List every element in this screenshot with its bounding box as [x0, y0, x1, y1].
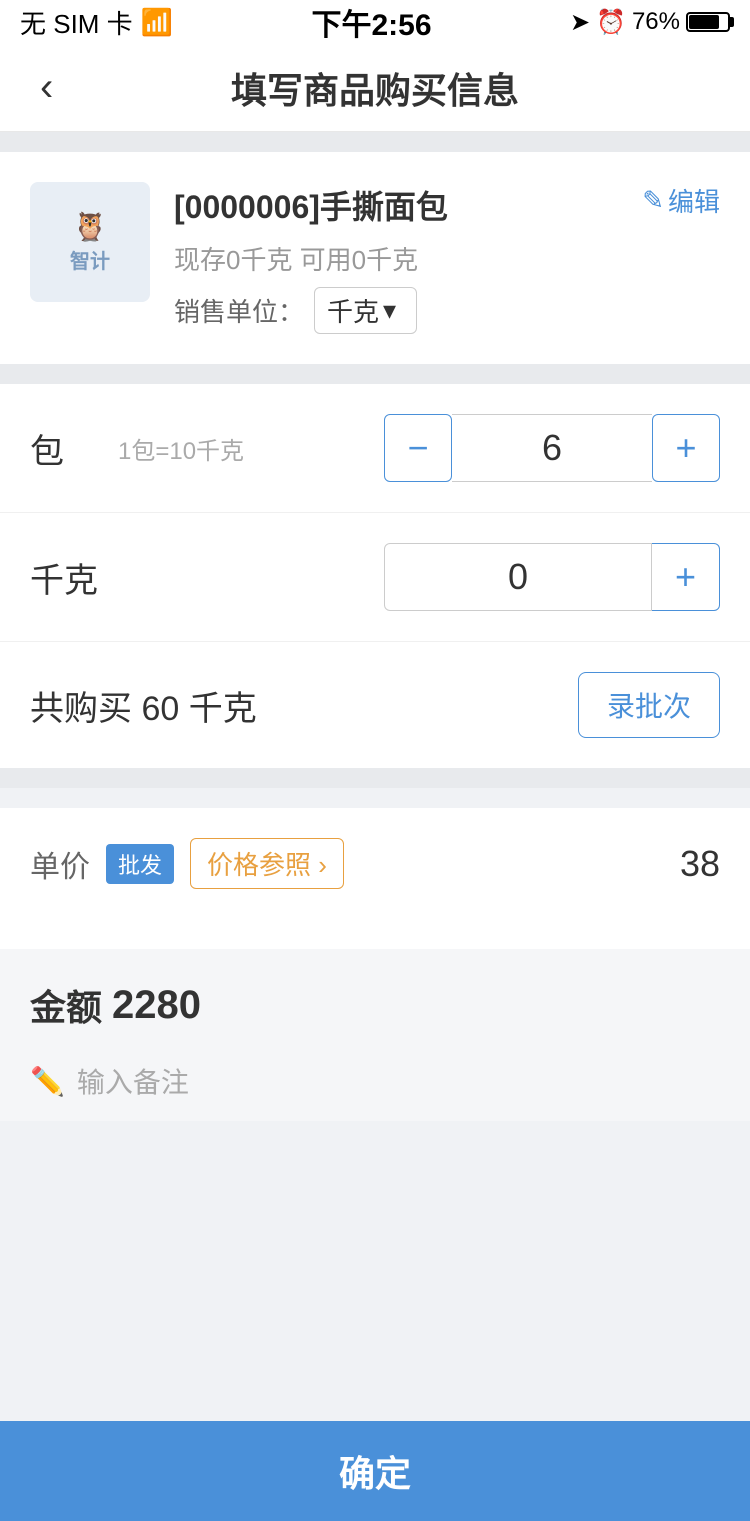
sim-label: 无 SIM 卡 — [20, 4, 133, 41]
product-image: 🦉 智计 — [30, 182, 150, 302]
bao-label: 包 — [30, 424, 110, 473]
total-row: 共购买 60 千克 录批次 — [0, 642, 750, 768]
product-logo: 🦉 智计 — [70, 210, 110, 274]
wifi-icon: 📶 — [141, 7, 173, 38]
section-divider-2 — [0, 364, 750, 384]
product-info: [0000006]手撕面包 现存0千克 可用0千克 销售单位： 千克 ▾ — [174, 182, 720, 334]
bottom-spacer — [0, 1121, 750, 1421]
edit-label: 编辑 — [668, 182, 720, 219]
amount-value: 2280 — [112, 983, 201, 1028]
price-section: 单价 批发 价格参照 › 38 — [0, 808, 750, 949]
record-batch-button[interactable]: 录批次 — [578, 672, 720, 738]
location-icon: ➤ — [570, 8, 590, 37]
product-unit-row: 销售单位： 千克 ▾ — [174, 287, 720, 334]
bao-hint: 1包=10千克 — [118, 431, 384, 466]
total-label: 共购买 60 千克 — [30, 681, 257, 730]
price-label: 单价 — [30, 842, 90, 886]
bao-input[interactable] — [452, 414, 652, 482]
kg-controls: + — [384, 543, 720, 611]
edit-button[interactable]: ✎ 编辑 — [642, 182, 720, 219]
battery-percent: 76% — [632, 8, 680, 36]
edit-icon: ✎ — [642, 185, 664, 216]
amount-label: 金额 — [30, 979, 102, 1031]
nav-bar: ‹ 填写商品购买信息 — [0, 44, 750, 132]
kg-row: 千克 + — [0, 513, 750, 642]
remark-row[interactable]: ✏️ 输入备注 — [30, 1051, 720, 1111]
product-stock: 现存0千克 可用0千克 — [174, 240, 720, 277]
battery-icon — [686, 12, 730, 32]
status-bar: 无 SIM 卡 📶 下午2:56 ➤ ⏰ 76% — [0, 0, 750, 44]
back-button[interactable]: ‹ — [30, 55, 63, 120]
price-value: 38 — [680, 843, 720, 885]
bao-row: 包 1包=10千克 − + — [0, 384, 750, 513]
page-title: 填写商品购买信息 — [231, 62, 519, 114]
price-row: 单价 批发 价格参照 › 38 — [30, 838, 720, 889]
remark-placeholder: 输入备注 — [77, 1061, 189, 1101]
confirm-button[interactable]: 确定 — [0, 1421, 750, 1521]
price-ref-button[interactable]: 价格参照 › — [190, 838, 344, 889]
unit-select[interactable]: 千克 ▾ — [314, 287, 417, 334]
pencil-icon: ✏️ — [30, 1065, 65, 1098]
section-divider-3 — [0, 768, 750, 788]
status-left: 无 SIM 卡 📶 — [20, 4, 173, 41]
product-card: 🦉 智计 [0000006]手撕面包 现存0千克 可用0千克 销售单位： 千克 … — [0, 152, 750, 364]
price-ref-label: 价格参照 › — [207, 845, 327, 882]
unit-value: 千克 — [327, 292, 379, 329]
bao-controls: − + — [384, 414, 720, 482]
chevron-down-icon: ▾ — [383, 295, 396, 326]
bao-plus-button[interactable]: + — [652, 414, 720, 482]
form-section: 包 1包=10千克 − + 千克 + 共购买 60 千克 录批次 — [0, 384, 750, 768]
price-type-tag: 批发 — [106, 844, 174, 884]
kg-plus-button[interactable]: + — [652, 543, 720, 611]
bao-minus-button[interactable]: − — [384, 414, 452, 482]
alarm-icon: ⏰ — [596, 8, 626, 37]
product-name: [0000006]手撕面包 — [174, 182, 720, 228]
unit-label: 销售单位： — [174, 292, 304, 329]
amount-section: 金额 2280 ✏️ 输入备注 — [0, 949, 750, 1121]
status-right: ➤ ⏰ 76% — [570, 8, 730, 37]
section-divider-top — [0, 132, 750, 152]
kg-input[interactable] — [384, 543, 652, 611]
kg-label: 千克 — [30, 553, 384, 602]
status-time: 下午2:56 — [311, 0, 431, 44]
amount-row: 金额 2280 — [30, 979, 720, 1031]
